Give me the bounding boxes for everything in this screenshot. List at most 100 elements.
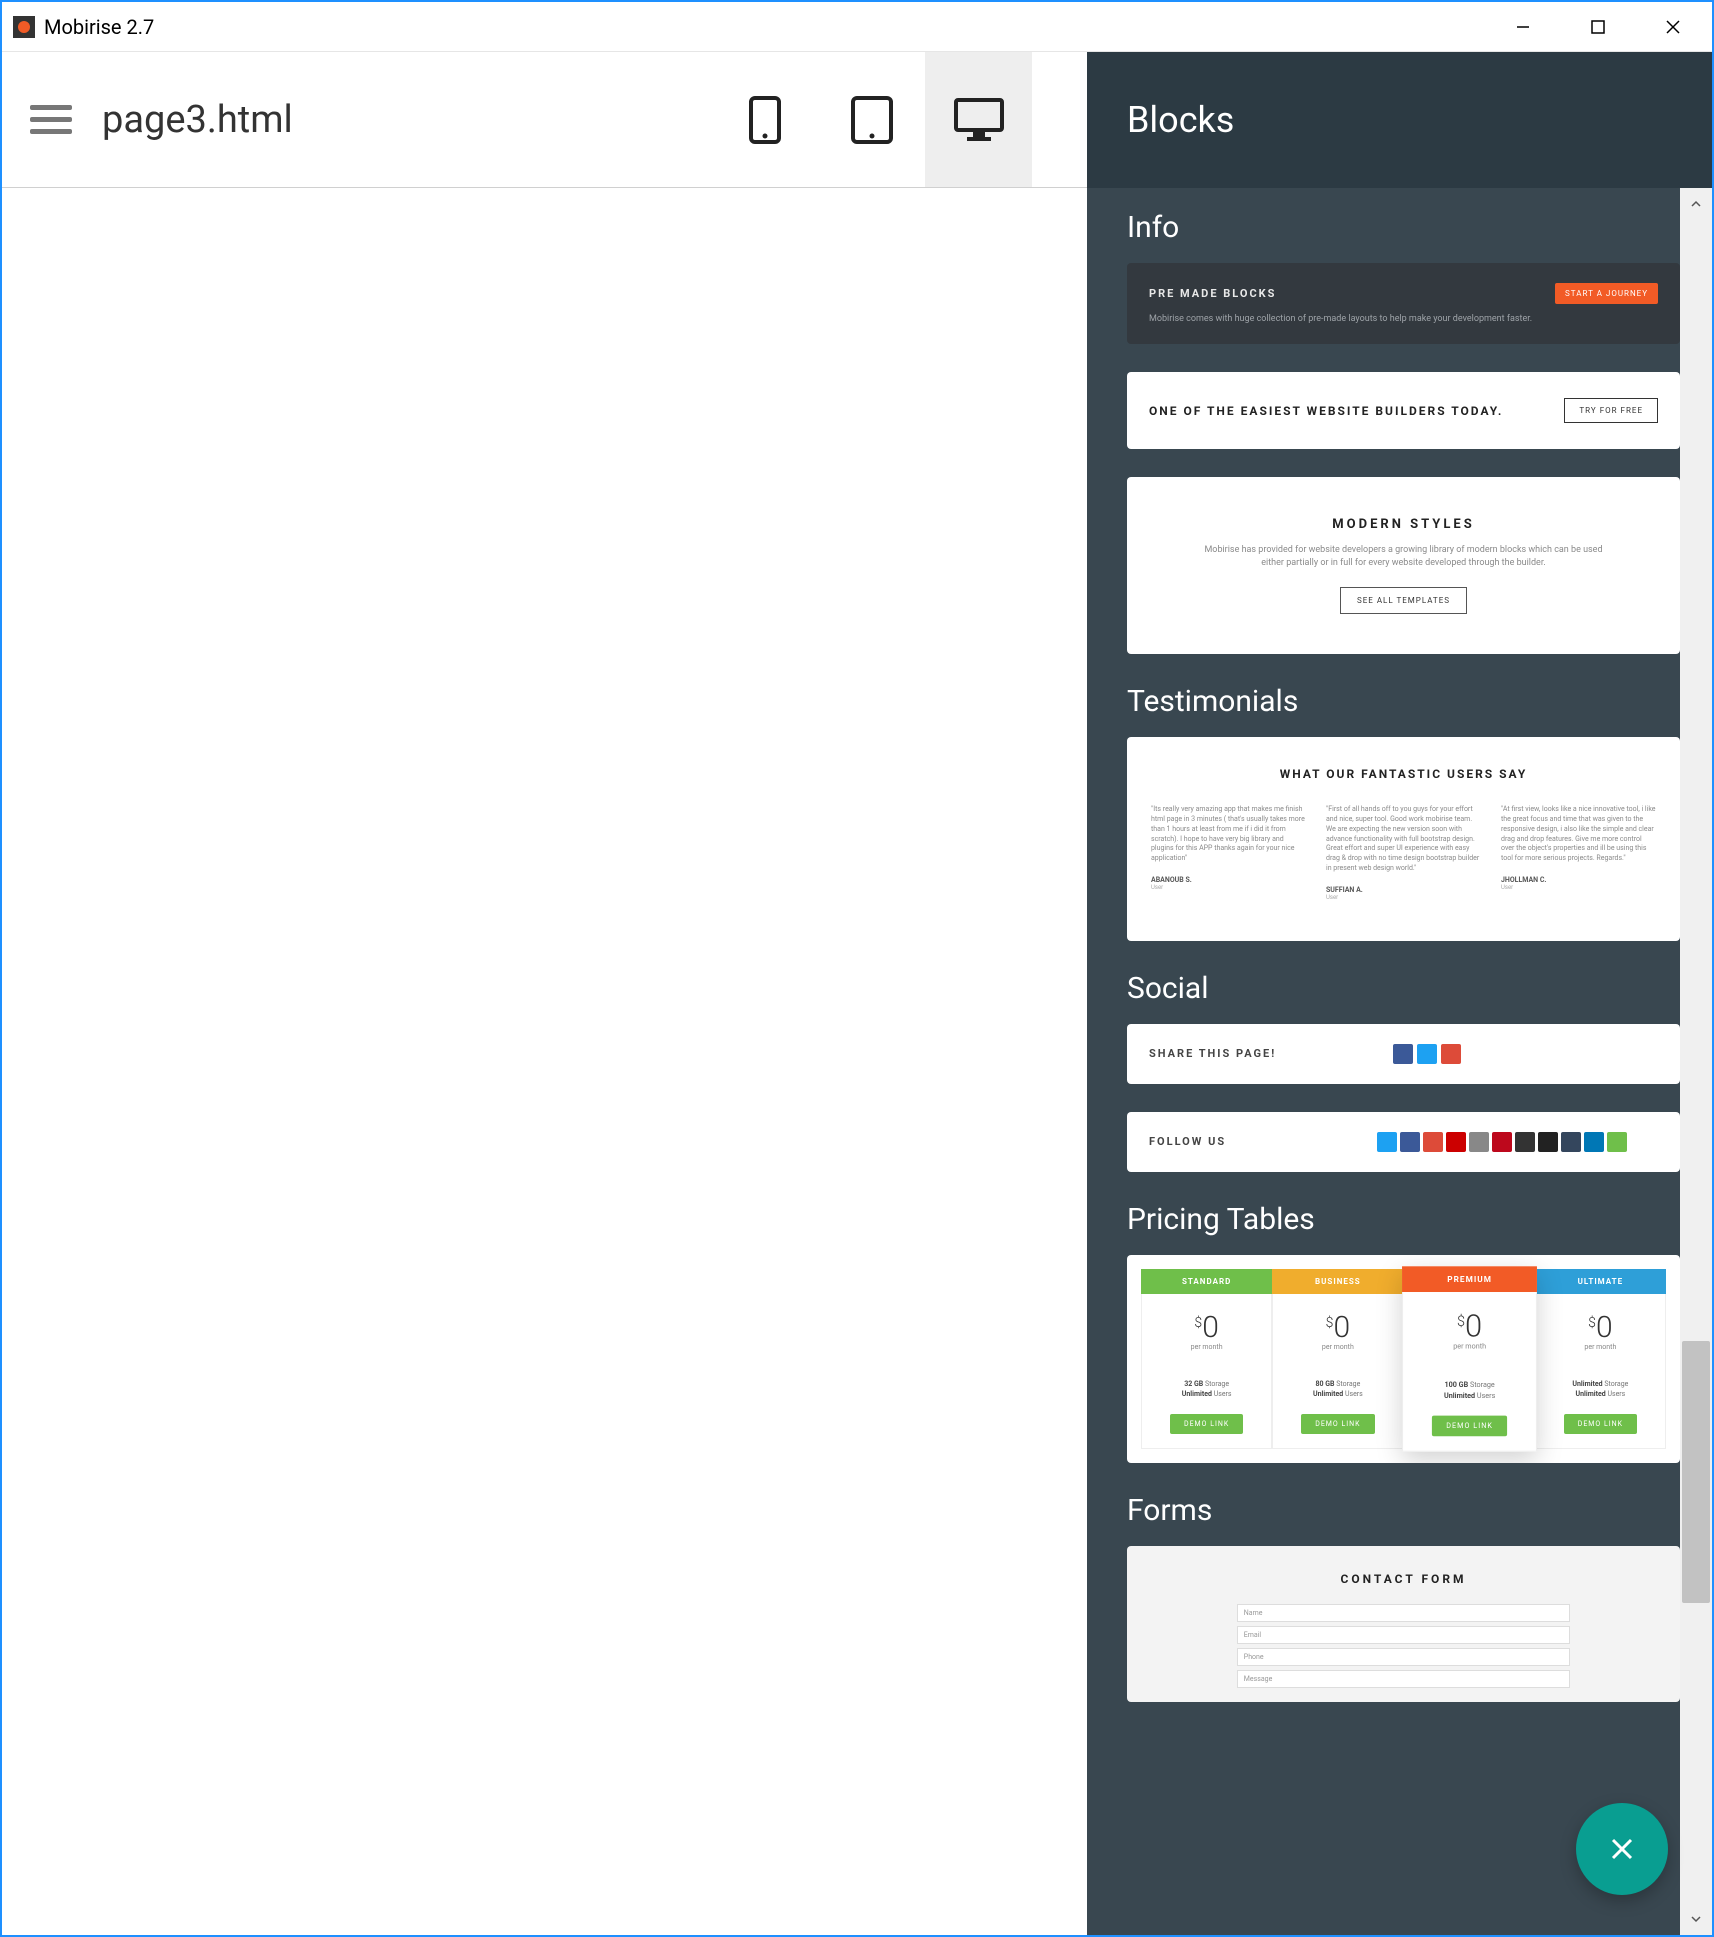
testimonial-quote: "At first view, looks like a nice innova… xyxy=(1501,805,1656,864)
form-field: Phone xyxy=(1237,1648,1570,1666)
plan-price: $0 xyxy=(1279,1310,1396,1345)
info2-button: TRY FOR FREE xyxy=(1564,398,1658,423)
block-social-share[interactable]: SHARE THIS PAGE! xyxy=(1127,1024,1680,1084)
plan-period: per month xyxy=(1279,1343,1396,1351)
social-icon xyxy=(1400,1132,1420,1152)
plan-price: $0 xyxy=(1542,1310,1659,1345)
plan-price: $0 xyxy=(1409,1308,1530,1344)
plan-name: STANDARD xyxy=(1141,1269,1272,1294)
maximize-button[interactable] xyxy=(1560,2,1635,52)
social-icon xyxy=(1492,1132,1512,1152)
form-field: Message xyxy=(1237,1670,1570,1688)
plan-button: DEMO LINK xyxy=(1170,1414,1243,1434)
follow-label: FOLLOW US xyxy=(1149,1135,1226,1148)
testimonial-sub: User xyxy=(1151,884,1306,891)
device-preview-group xyxy=(711,52,1032,187)
panel-header: Blocks xyxy=(1087,52,1712,188)
section-info-title: Info xyxy=(1127,210,1680,245)
form-field: Email xyxy=(1237,1626,1570,1644)
app-window: Mobirise 2.7 page3.html Blocks xyxy=(0,0,1714,1937)
scroll-down-icon[interactable] xyxy=(1680,1903,1712,1935)
device-tablet-button[interactable] xyxy=(818,52,925,187)
testimonial-item: "First of all hands off to you guys for … xyxy=(1326,805,1481,901)
close-panel-button[interactable] xyxy=(1576,1803,1668,1895)
testimonial-quote: "Its really very amazing app that makes … xyxy=(1151,805,1306,864)
social-icon xyxy=(1446,1132,1466,1152)
social-icon xyxy=(1393,1044,1413,1064)
section-social-title: Social xyxy=(1127,971,1680,1006)
section-pricing-title: Pricing Tables xyxy=(1127,1202,1680,1237)
social-icon xyxy=(1584,1132,1604,1152)
pricing-plan: STANDARD$0per month32 GB StorageUnlimite… xyxy=(1141,1269,1272,1449)
plan-features: 32 GB StorageUnlimited Users xyxy=(1148,1379,1265,1400)
share-label: SHARE THIS PAGE! xyxy=(1149,1047,1276,1060)
block-testimonials[interactable]: WHAT OUR FANTASTIC USERS SAY "Its really… xyxy=(1127,737,1680,941)
plan-name: BUSINESS xyxy=(1272,1269,1403,1294)
plan-button: DEMO LINK xyxy=(1431,1415,1506,1436)
info3-button: SEE ALL TEMPLATES xyxy=(1340,587,1467,614)
block-social-follow[interactable]: FOLLOW US xyxy=(1127,1112,1680,1172)
pricing-plan: ULTIMATE $0per month Unlimited StorageUnli… xyxy=(1535,1269,1666,1449)
testimonial-sub: User xyxy=(1501,884,1656,891)
social-icon xyxy=(1515,1132,1535,1152)
app-title: Mobirise 2.7 xyxy=(44,15,154,39)
plan-button: DEMO LINK xyxy=(1564,1414,1637,1434)
plan-period: per month xyxy=(1542,1343,1659,1351)
info1-button: START A JOURNEY xyxy=(1555,283,1658,304)
block-info-1[interactable]: PRE MADE BLOCKS START A JOURNEY Mobirise… xyxy=(1127,263,1680,344)
social-icon xyxy=(1417,1044,1437,1064)
block-info-3[interactable]: MODERN STYLES Mobirise has provided for … xyxy=(1127,477,1680,654)
device-phone-button[interactable] xyxy=(711,52,818,187)
section-forms-title: Forms xyxy=(1127,1493,1680,1528)
device-desktop-button[interactable] xyxy=(925,52,1032,187)
pricing-plan: PREMIUM $0per month 100 GB StorageUnlimite… xyxy=(1402,1266,1537,1451)
social-icon xyxy=(1538,1132,1558,1152)
block-pricing[interactable]: STANDARD$0per month32 GB StorageUnlimite… xyxy=(1127,1255,1680,1463)
social-icon xyxy=(1561,1132,1581,1152)
plan-period: per month xyxy=(1409,1342,1530,1350)
plan-features: 100 GB StorageUnlimited Users xyxy=(1409,1379,1530,1401)
panel-title: Blocks xyxy=(1127,99,1234,141)
info2-heading: ONE OF THE EASIEST WEBSITE BUILDERS TODA… xyxy=(1149,404,1503,418)
plan-button: DEMO LINK xyxy=(1301,1414,1374,1434)
block-info-2[interactable]: ONE OF THE EASIEST WEBSITE BUILDERS TODA… xyxy=(1127,372,1680,449)
testimonial-item: "Its really very amazing app that makes … xyxy=(1151,805,1306,901)
panel-body[interactable]: Info PRE MADE BLOCKS START A JOURNEY Mob… xyxy=(1087,188,1680,1935)
close-button[interactable] xyxy=(1635,2,1710,52)
info1-heading: PRE MADE BLOCKS xyxy=(1149,287,1276,300)
testimonial-author: JHOLLMAN C. xyxy=(1501,876,1656,884)
social-icon xyxy=(1607,1132,1627,1152)
testimonial-quote: "First of all hands off to you guys for … xyxy=(1326,805,1481,874)
social-icon xyxy=(1377,1132,1397,1152)
testimonial-item: "At first view, looks like a nice innova… xyxy=(1501,805,1656,901)
pricing-plan: BUSINESS $0per month 80 GB StorageUnlimite… xyxy=(1272,1269,1403,1449)
plan-name: PREMIUM xyxy=(1402,1266,1537,1292)
plan-period: per month xyxy=(1148,1343,1265,1351)
plan-name: ULTIMATE xyxy=(1535,1269,1666,1294)
social-icon xyxy=(1423,1132,1443,1152)
app-icon xyxy=(12,15,36,39)
plan-features: Unlimited StorageUnlimited Users xyxy=(1542,1379,1659,1400)
testimonial-sub: User xyxy=(1326,894,1481,901)
testi-heading: WHAT OUR FANTASTIC USERS SAY xyxy=(1151,767,1656,781)
blocks-panel: Blocks Info PRE MADE BLOCKS START A JOUR… xyxy=(1087,52,1712,1935)
testimonial-author: SUFFIAN A. xyxy=(1326,886,1481,894)
canvas[interactable] xyxy=(2,188,1087,1935)
info1-subtext: Mobirise comes with huge collection of p… xyxy=(1149,314,1658,324)
form-field: Name xyxy=(1237,1604,1570,1622)
block-contact-form[interactable]: CONTACT FORM NameEmailPhoneMessage xyxy=(1127,1546,1680,1702)
plan-features: 80 GB StorageUnlimited Users xyxy=(1279,1379,1396,1400)
scroll-thumb[interactable] xyxy=(1682,1341,1710,1603)
social-icon xyxy=(1469,1132,1489,1152)
info3-heading: MODERN STYLES xyxy=(1153,517,1654,532)
minimize-button[interactable] xyxy=(1485,2,1560,52)
panel-scrollbar[interactable] xyxy=(1680,188,1712,1935)
scroll-up-icon[interactable] xyxy=(1680,188,1712,220)
section-testimonials-title: Testimonials xyxy=(1127,684,1680,719)
menu-icon[interactable] xyxy=(30,99,72,141)
page-name[interactable]: page3.html xyxy=(102,98,293,142)
info3-text: Mobirise has provided for website develo… xyxy=(1204,544,1604,569)
testimonial-author: ABANOUB S. xyxy=(1151,876,1306,884)
social-icon xyxy=(1441,1044,1461,1064)
titlebar: Mobirise 2.7 xyxy=(2,2,1712,52)
